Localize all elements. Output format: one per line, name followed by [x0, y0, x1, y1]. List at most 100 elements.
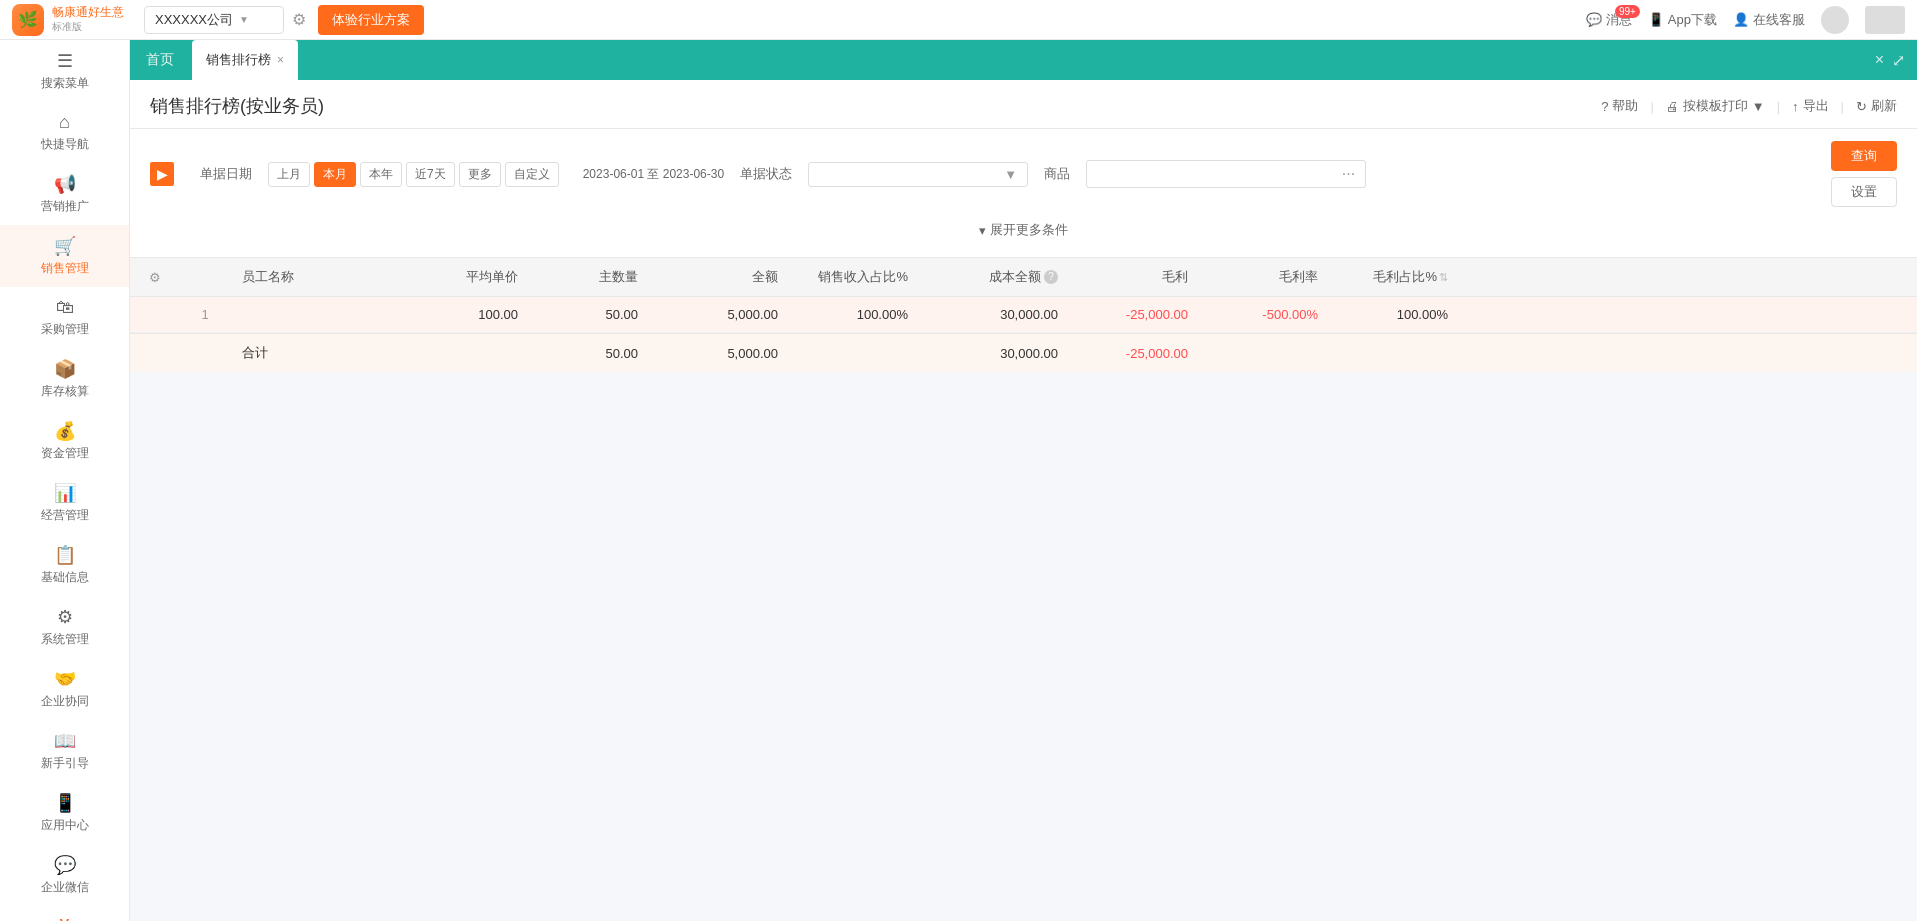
- date-buttons: 上月 本月 本年 近7天 更多 自定义: [268, 162, 559, 187]
- footer-qty-value: 50.00: [605, 346, 638, 361]
- settings-icon[interactable]: ⚙: [292, 10, 306, 29]
- sidebar-item-guide[interactable]: 📖 新手引导: [0, 720, 129, 782]
- cost-help-icon[interactable]: ?: [1044, 270, 1058, 284]
- refresh-icon: ↻: [1856, 99, 1867, 114]
- table-settings-button[interactable]: 设置: [1831, 177, 1897, 207]
- row-profit: -25,000.00: [1070, 307, 1200, 322]
- sidebar-item-marketing[interactable]: 📢 营销推广: [0, 163, 129, 225]
- user-name-area[interactable]: [1865, 6, 1905, 34]
- sidebar-label-finance: 资金管理: [41, 445, 89, 462]
- app-download-button[interactable]: 📱 App下载: [1648, 11, 1717, 29]
- online-service-button[interactable]: 👤 在线客服: [1733, 11, 1805, 29]
- expand-more-button[interactable]: ▾ 展开更多条件: [150, 215, 1897, 245]
- tab-home[interactable]: 首页: [130, 40, 190, 80]
- footer-avgprice: [410, 344, 530, 362]
- operations-icon: 📊: [54, 482, 76, 504]
- footer-profitpct: [1330, 344, 1460, 362]
- enterprise-icon: 🤝: [54, 668, 76, 690]
- sidebar-item-finance[interactable]: 💰 资金管理: [0, 410, 129, 472]
- row-salespct: 100.00%: [790, 307, 920, 322]
- marketing-icon: 📢: [54, 173, 76, 195]
- top-bar: 🌿 畅康通好生意 标准版 XXXXXX公司 ▼ ⚙ 体验行业方案 💬 消息 99…: [0, 0, 1917, 40]
- sidebar-item-inventory[interactable]: 📦 库存核算: [0, 348, 129, 410]
- service-icon: 👤: [1733, 12, 1749, 27]
- footer-cost-value: 30,000.00: [1000, 346, 1058, 361]
- footer-salespct: [790, 344, 920, 362]
- col-profitrate-header: 毛利率: [1200, 268, 1330, 286]
- query-button[interactable]: 查询: [1831, 141, 1897, 171]
- tab-sales-ranking-label: 销售排行榜: [206, 51, 271, 69]
- row-qty-value: 50.00: [605, 307, 638, 322]
- sidebar-label-inventory: 库存核算: [41, 383, 89, 400]
- date-btn-more[interactable]: 更多: [459, 162, 501, 187]
- table-row: 1 100.00 50.00: [130, 297, 1917, 333]
- goods-more-icon[interactable]: ···: [1342, 165, 1355, 183]
- logo-sub: 标准版: [52, 20, 124, 34]
- company-selector[interactable]: XXXXXX公司 ▼: [144, 6, 284, 34]
- export-button[interactable]: ↑ 导出: [1792, 97, 1829, 115]
- top-right-actions: 💬 消息 99+ 📱 App下载 👤 在线客服: [1586, 6, 1905, 34]
- date-btn-last-month[interactable]: 上月: [268, 162, 310, 187]
- sidebar-item-purchase[interactable]: 🛍 采购管理: [0, 287, 129, 348]
- sidebar-label-search: 搜索菜单: [41, 75, 89, 92]
- sidebar-item-sales[interactable]: 🛒 销售管理: [0, 225, 129, 287]
- col-index-header: [180, 268, 230, 286]
- help-button[interactable]: ? 帮助: [1601, 97, 1638, 115]
- sidebar-item-wechat[interactable]: 💬 企业微信: [0, 844, 129, 906]
- page-actions: ? 帮助 | 🖨 按模板打印 ▼ | ↑ 导出: [1601, 97, 1897, 115]
- message-badge: 99+: [1615, 5, 1640, 18]
- print-button[interactable]: 🖨 按模板打印 ▼: [1666, 97, 1765, 115]
- row-cost: 30,000.00: [920, 307, 1070, 322]
- sidebar-item-apps[interactable]: 📱 应用中心: [0, 782, 129, 844]
- row-profitpct-value: 100.00%: [1397, 307, 1448, 322]
- refresh-button[interactable]: ↻ 刷新: [1856, 97, 1897, 115]
- avatar[interactable]: [1821, 6, 1849, 34]
- finance-icon: 💰: [54, 420, 76, 442]
- sidebar-item-system[interactable]: ⚙ 系统管理: [0, 596, 129, 658]
- goods-select[interactable]: ···: [1086, 160, 1366, 188]
- logo-text-area: 畅康通好生意 标准版: [52, 5, 124, 35]
- message-button[interactable]: 💬 消息 99+: [1586, 11, 1632, 29]
- tab-close-icon[interactable]: ×: [277, 53, 284, 67]
- col-profitpct-label: 毛利占比%: [1373, 268, 1437, 286]
- status-select[interactable]: ▼: [808, 162, 1028, 187]
- sidebar-item-enterprise[interactable]: 🤝 企业协同: [0, 658, 129, 720]
- tab-maximize-icon[interactable]: ⤢: [1892, 51, 1905, 70]
- sidebar-item-operations[interactable]: 📊 经营管理: [0, 472, 129, 534]
- sidebar-label-marketing: 营销推广: [41, 198, 89, 215]
- sidebar-item-basic[interactable]: 📋 基础信息: [0, 534, 129, 596]
- footer-cost: 30,000.00: [920, 344, 1070, 362]
- filter-area: ▶ 单据日期 上月 本月 本年 近7天 更多 自定义 2023-06-01 至 …: [130, 129, 1917, 258]
- page-title: 销售排行榜(按业务员): [150, 94, 324, 118]
- date-btn-this-month[interactable]: 本月: [314, 162, 356, 187]
- sidebar-item-search[interactable]: ☰ 搜索菜单: [0, 40, 129, 102]
- tab-sales-ranking[interactable]: 销售排行榜 ×: [192, 40, 298, 80]
- sidebar-item-nav[interactable]: ⌂ 快捷导航: [0, 102, 129, 163]
- col-qty-header: 主数量: [530, 268, 650, 286]
- tab-close-window-icon[interactable]: ×: [1875, 51, 1884, 69]
- sales-icon: 🛒: [54, 235, 76, 257]
- date-btn-this-year[interactable]: 本年: [360, 162, 402, 187]
- logo-icon: 🌿: [12, 4, 44, 36]
- logo-area: 🌿 畅康通好生意 标准版: [12, 4, 124, 36]
- row-salespct-value: 100.00%: [857, 307, 908, 322]
- col-settings-header[interactable]: ⚙: [130, 268, 180, 286]
- trial-button[interactable]: 体验行业方案: [318, 5, 424, 35]
- date-btn-custom[interactable]: 自定义: [505, 162, 559, 187]
- footer-index: [180, 344, 230, 362]
- expand-filter-button[interactable]: ▶: [150, 162, 174, 186]
- export-label: 导出: [1803, 97, 1829, 115]
- col-profitpct-header: 毛利占比% ⇅: [1330, 268, 1460, 286]
- print-label: 按模板打印: [1683, 97, 1748, 115]
- footer-qty: 50.00: [530, 344, 650, 362]
- profitpct-sort-icon[interactable]: ⇅: [1439, 271, 1448, 284]
- row-index-value: 1: [201, 307, 208, 322]
- col-salespct-header: 销售收入占比%: [790, 268, 920, 286]
- col-name-label: 员工名称: [242, 268, 294, 286]
- table-footer-wrap: 合计 50.00 5,000.00 30,000.00: [130, 333, 1917, 372]
- help-icon: ?: [1601, 99, 1608, 114]
- row-profitpct: 100.00%: [1330, 307, 1460, 322]
- date-btn-7days[interactable]: 近7天: [406, 162, 455, 187]
- sidebar-item-member[interactable]: V 畅会员: [0, 906, 129, 921]
- row-amount-value: 5,000.00: [727, 307, 778, 322]
